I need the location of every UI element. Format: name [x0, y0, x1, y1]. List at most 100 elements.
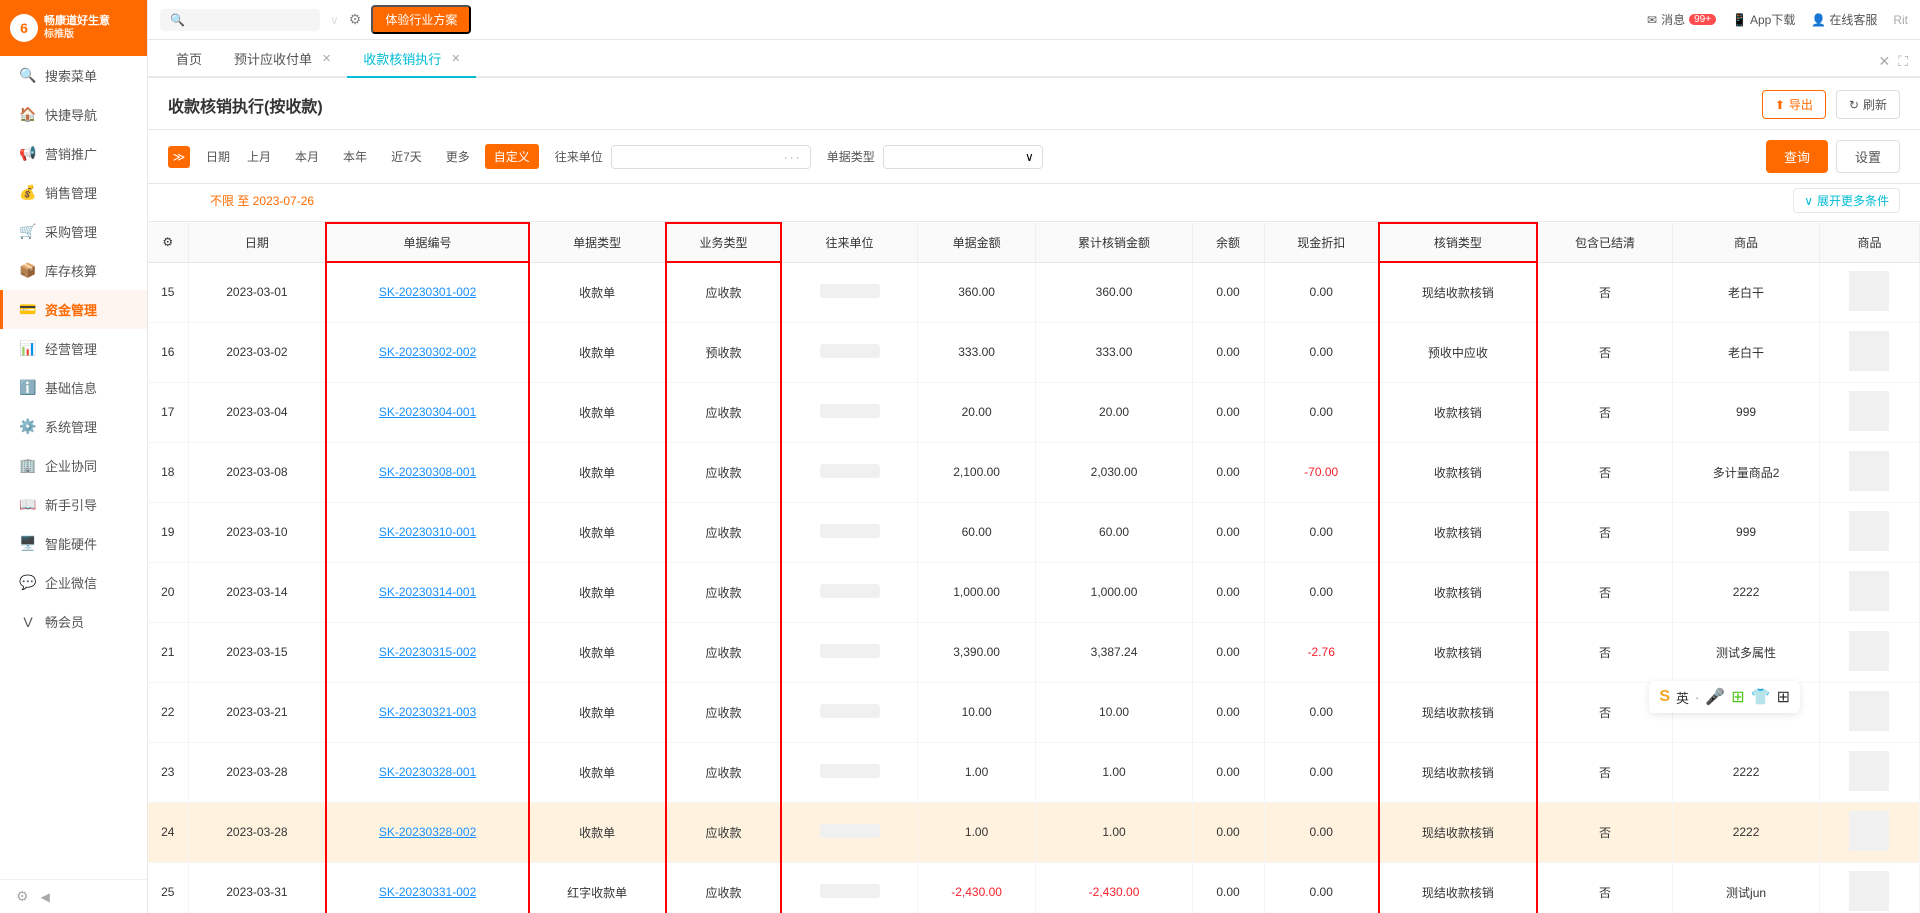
tab-expand-icon[interactable]: ⛶: [1898, 53, 1908, 70]
masked-text: [820, 884, 880, 898]
cell-verify-amount: 10.00: [1036, 682, 1192, 742]
cell-date: 2023-03-21: [188, 682, 326, 742]
col-biz-type[interactable]: 业务类型: [666, 223, 782, 262]
col-cash-discount[interactable]: 现金折扣: [1264, 223, 1379, 262]
sidebar-item-purchase[interactable]: 🛒采购管理: [0, 212, 147, 251]
date-btn-more[interactable]: 更多: [437, 144, 479, 169]
table-row: 19 2023-03-10 SK-20230310-001 收款单 应收款 60…: [148, 502, 1920, 562]
col-amount[interactable]: 单据金额: [917, 223, 1036, 262]
sidebar-item-guide[interactable]: 📖新手引导: [0, 485, 147, 524]
query-button[interactable]: 查询: [1766, 140, 1828, 173]
bill-no-link[interactable]: SK-20230328-001: [379, 765, 476, 779]
filter-settings-button[interactable]: 设置: [1836, 140, 1900, 173]
cell-cash-discount: 0.00: [1264, 682, 1379, 742]
export-button[interactable]: ⬆ 导出: [1762, 90, 1826, 119]
cell-partner: [781, 442, 917, 502]
col-date[interactable]: 日期: [188, 223, 326, 262]
cell-biz-type: 应收款: [666, 382, 782, 442]
cell-balance: 0.00: [1192, 442, 1264, 502]
tab-prepay[interactable]: 预计应收付单 ✕: [218, 41, 347, 78]
col-balance[interactable]: 余额: [1192, 223, 1264, 262]
partner-filter-input[interactable]: [620, 150, 780, 164]
col-bill-type[interactable]: 单据类型: [529, 223, 666, 262]
tab-prepay-close[interactable]: ✕: [322, 52, 331, 65]
solution-button[interactable]: 体验行业方案: [371, 5, 471, 34]
bill-no-link[interactable]: SK-20230321-003: [379, 705, 476, 719]
sidebar-item-member[interactable]: V畅会员: [0, 602, 147, 641]
partner-filter-input-wrap[interactable]: ···: [611, 145, 811, 169]
sidebar-item-wechat[interactable]: 💬企业微信: [0, 563, 147, 602]
bill-no-link[interactable]: SK-20230328-002: [379, 825, 476, 839]
col-bill-no[interactable]: 单据编号: [326, 223, 528, 262]
sidebar-item-finance[interactable]: 💳资金管理: [0, 290, 147, 329]
sidebar-item-search[interactable]: 🔍搜索菜单: [0, 56, 147, 95]
tab-close-all-icon[interactable]: ✕: [1878, 53, 1890, 70]
app-download-button[interactable]: 📱 App下载: [1732, 11, 1795, 28]
partner-filter-dots[interactable]: ···: [784, 150, 802, 164]
sidebar-item-inventory[interactable]: 📦库存核算: [0, 251, 147, 290]
col-goods1[interactable]: 商品: [1673, 223, 1820, 262]
sidebar-item-marketing[interactable]: 📢营销推广: [0, 134, 147, 173]
watermark-overlay: S 英 · 🎤 ⊞ 👕 ⊞: [1649, 681, 1800, 713]
col-partner[interactable]: 往来单位: [781, 223, 917, 262]
online-service-button[interactable]: 👤 在线客服: [1811, 11, 1877, 28]
cell-cash-discount: 0.00: [1264, 502, 1379, 562]
sidebar-label-shortcut: 快捷导航: [45, 105, 97, 124]
date-btn-this-month[interactable]: 本月: [286, 144, 328, 169]
tab-collection[interactable]: 收款核销执行 ✕: [347, 41, 476, 78]
sidebar-item-sales[interactable]: 💰销售管理: [0, 173, 147, 212]
col-include-settled[interactable]: 包含已结清: [1537, 223, 1673, 262]
message-button[interactable]: ✉ 消息 99+: [1647, 11, 1716, 28]
bill-no-link[interactable]: SK-20230315-002: [379, 645, 476, 659]
tab-home[interactable]: 首页: [160, 41, 218, 78]
filter-toggle-button[interactable]: ≫: [168, 146, 190, 168]
export-icon: ⬆: [1775, 98, 1785, 112]
sidebar-item-enterprise[interactable]: 🏢企业协同: [0, 446, 147, 485]
topbar: 🔍 ∨ ⚙ 体验行业方案 ✉ 消息 99+ 📱 App下载 👤 在线客服 Rit: [148, 0, 1920, 40]
bill-no-link[interactable]: SK-20230301-002: [379, 285, 476, 299]
tab-collection-close[interactable]: ✕: [451, 52, 460, 65]
bill-no-link[interactable]: SK-20230331-002: [379, 885, 476, 899]
date-btn-last-month[interactable]: 上月: [238, 144, 280, 169]
col-gear[interactable]: ⚙: [148, 223, 188, 262]
sidebar-icon-shortcut: 🏠: [19, 106, 37, 123]
topbar-search[interactable]: 🔍: [160, 9, 320, 31]
col-verify-type[interactable]: 核销类型: [1379, 223, 1537, 262]
masked-text: [820, 344, 880, 358]
cell-goods2: [1819, 562, 1919, 622]
bill-no-link[interactable]: SK-20230314-001: [379, 585, 476, 599]
sidebar-collapse-icon[interactable]: ◀: [41, 890, 50, 904]
col-verify-amount[interactable]: 累计核销金额: [1036, 223, 1192, 262]
sidebar-item-system[interactable]: ⚙️系统管理: [0, 407, 147, 446]
chevron-down-icon: ∨: [1804, 194, 1813, 208]
tab-actions: ✕ ⛶: [1878, 53, 1908, 76]
date-btn-this-year[interactable]: 本年: [334, 144, 376, 169]
sidebar-label-search: 搜索菜单: [45, 66, 97, 85]
sidebar-settings-icon[interactable]: ⚙: [16, 888, 29, 905]
sidebar-item-management[interactable]: 📊经营管理: [0, 329, 147, 368]
bill-type-filter-select[interactable]: ∨: [883, 145, 1043, 169]
sidebar-item-shortcut[interactable]: 🏠 快捷导航: [0, 95, 147, 134]
date-btn-custom[interactable]: 自定义: [485, 144, 539, 169]
refresh-button[interactable]: ↻ 刷新: [1836, 90, 1900, 119]
topbar-gear-icon[interactable]: ⚙: [349, 11, 362, 28]
cell-goods1: 多计量商品2: [1673, 442, 1820, 502]
sidebar-item-hardware[interactable]: 🖥️智能硬件: [0, 524, 147, 563]
cell-balance: 0.00: [1192, 862, 1264, 913]
cell-biz-type: 应收款: [666, 862, 782, 913]
cell-no: 20: [148, 562, 188, 622]
expand-conditions-button[interactable]: ∨ 展开更多条件: [1793, 188, 1900, 213]
date-btn-7days[interactable]: 近7天: [382, 144, 431, 169]
sidebar-item-basic[interactable]: ℹ️基础信息: [0, 368, 147, 407]
bill-no-link[interactable]: SK-20230310-001: [379, 525, 476, 539]
col-goods2[interactable]: 商品: [1819, 223, 1919, 262]
bill-no-link[interactable]: SK-20230302-002: [379, 345, 476, 359]
date-filter-options: 上月 本月 本年 近7天 更多 自定义: [238, 144, 539, 169]
user-profile[interactable]: Rit: [1893, 13, 1908, 27]
data-table-wrap: ⚙ 日期 单据编号 单据类型 业务类型 往来单位 单据金额 累计核销金额 余额 …: [148, 222, 1920, 913]
tabbar: 首页 预计应收付单 ✕ 收款核销执行 ✕ ✕ ⛶: [148, 40, 1920, 78]
cell-cash-discount: -70.00: [1264, 442, 1379, 502]
bill-no-link[interactable]: SK-20230308-001: [379, 465, 476, 479]
bill-no-link[interactable]: SK-20230304-001: [379, 405, 476, 419]
cell-verify-type: 现结收款核销: [1379, 682, 1537, 742]
